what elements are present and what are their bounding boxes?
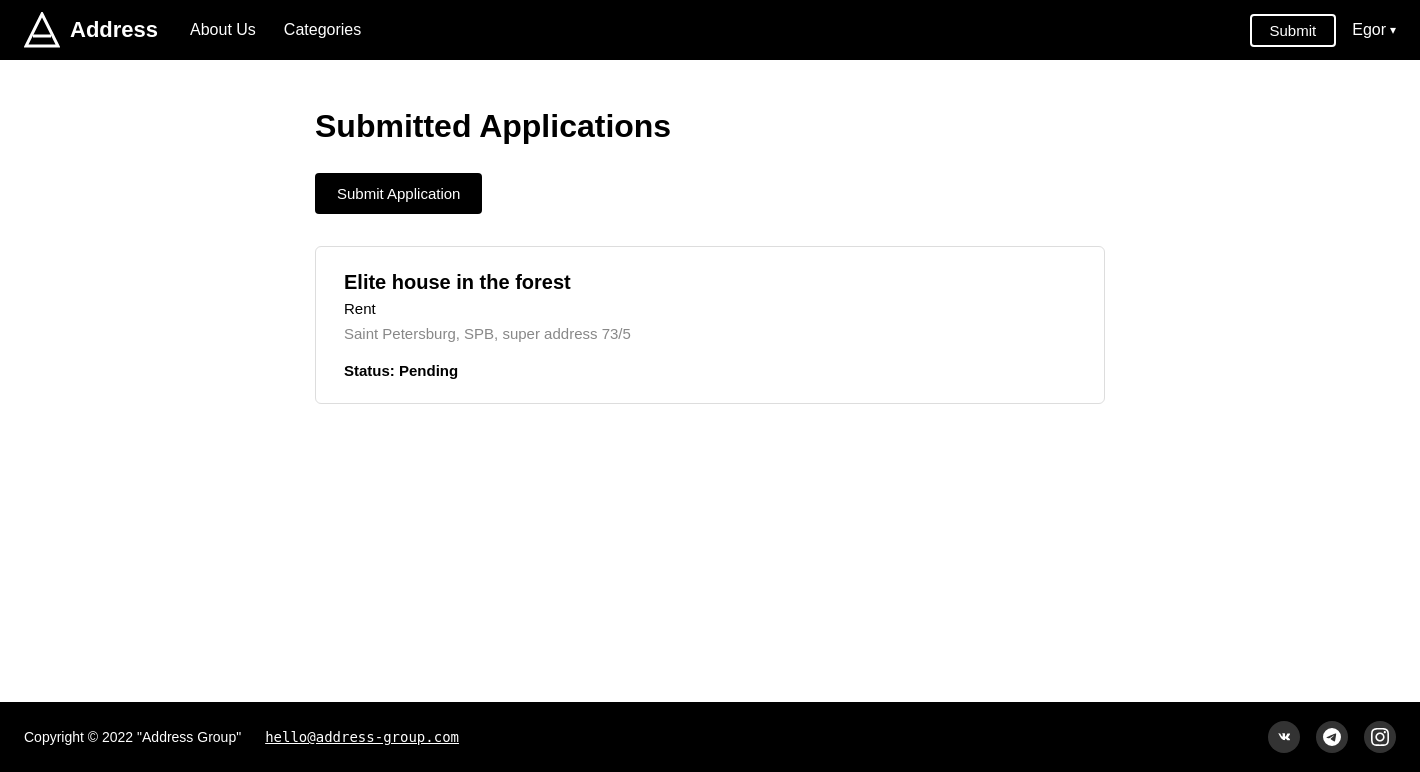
application-status: Status: Pending	[344, 362, 1076, 379]
nav-submit-button[interactable]: Submit	[1250, 14, 1337, 47]
svg-marker-0	[26, 14, 58, 46]
logo-link[interactable]: Address	[24, 12, 158, 48]
application-type: Rent	[344, 300, 1076, 317]
page-title: Submitted Applications	[315, 108, 1420, 145]
logo-icon	[24, 12, 60, 48]
footer-social	[1268, 721, 1396, 753]
status-label: Status:	[344, 362, 395, 379]
logo-text: Address	[70, 17, 158, 43]
footer-left: Copyright © 2022 "Address Group" hello@a…	[24, 729, 459, 745]
footer-copyright: Copyright © 2022 "Address Group"	[24, 729, 241, 745]
footer-email[interactable]: hello@address-group.com	[265, 729, 459, 745]
navbar: Address About Us Categories Submit Egor …	[0, 0, 1420, 60]
submit-application-button[interactable]: Submit Application	[315, 173, 482, 214]
content-area: Submitted Applications Submit Applicatio…	[315, 108, 1420, 404]
chevron-down-icon: ▾	[1390, 23, 1396, 37]
status-value: Pending	[399, 362, 458, 379]
nav-right: Submit Egor ▾	[1250, 14, 1396, 47]
nav-links: About Us Categories	[190, 21, 1217, 39]
nav-categories[interactable]: Categories	[284, 21, 361, 39]
application-title: Elite house in the forest	[344, 271, 1076, 294]
application-card: Elite house in the forest Rent Saint Pet…	[315, 246, 1105, 404]
telegram-icon[interactable]	[1316, 721, 1348, 753]
nav-about-us[interactable]: About Us	[190, 21, 256, 39]
nav-user-name: Egor	[1352, 21, 1386, 39]
footer: Copyright © 2022 "Address Group" hello@a…	[0, 702, 1420, 772]
instagram-icon[interactable]	[1364, 721, 1396, 753]
vk-icon[interactable]	[1268, 721, 1300, 753]
main-content: Submitted Applications Submit Applicatio…	[0, 60, 1420, 702]
application-address: Saint Petersburg, SPB, super address 73/…	[344, 325, 1076, 342]
nav-user-menu[interactable]: Egor ▾	[1352, 21, 1396, 39]
